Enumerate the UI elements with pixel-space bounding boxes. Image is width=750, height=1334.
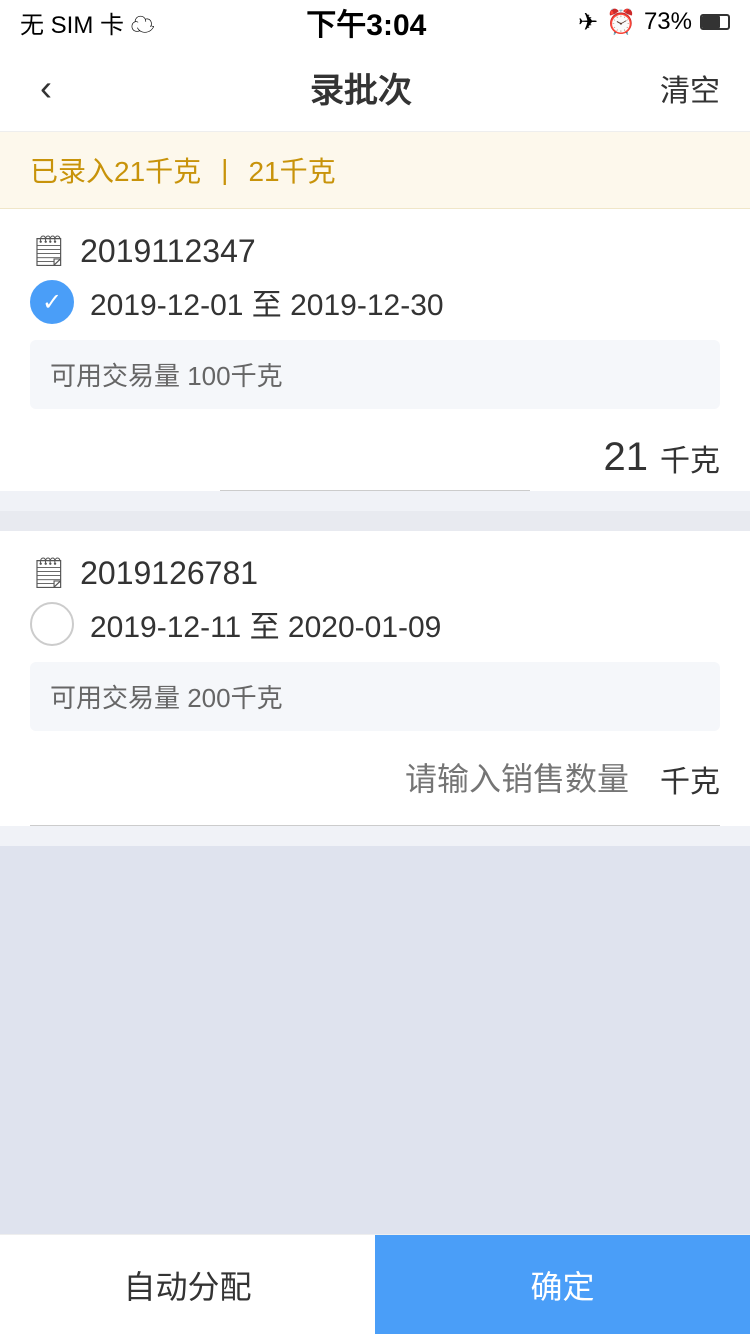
status-time: 下午3:04 <box>306 0 426 44</box>
status-bar: 无 SIM 卡 ☁ 下午3:04 ✈ ⏰ 73% <box>0 0 750 44</box>
total-label: 21千克 <box>248 150 335 190</box>
batch1-qty-unit: 千克 <box>660 436 720 480</box>
status-left: 无 SIM 卡 ☁ <box>20 5 155 40</box>
recorded-label: 已录入21千克 <box>30 150 201 190</box>
batch2-avail: 可用交易量 200千克 <box>30 662 720 731</box>
confirm-button[interactable]: 确定 <box>375 1235 750 1334</box>
batch1-avail-text: 可用交易量 100千克 <box>50 361 283 391</box>
batch1-underline <box>220 490 530 491</box>
batch2-underline <box>30 825 720 826</box>
alarm-icon: ⏰ <box>606 8 636 37</box>
status-right: ✈ ⏰ 73% <box>578 8 730 37</box>
nav-bar: ‹ 录批次 清空 <box>0 44 750 132</box>
batch-item-1: 🗒 2019112347 ✓ 2019-12-01 至 2019-12-30 可… <box>0 209 750 491</box>
batch2-id: 2019126781 <box>80 555 258 592</box>
batch1-id: 2019112347 <box>80 233 256 270</box>
batch1-date: 2019-12-01 至 2019-12-30 <box>90 280 444 324</box>
battery-label: 73% <box>644 8 692 36</box>
batch2-radio[interactable] <box>30 602 74 646</box>
sim-label: 无 SIM 卡 ☁ <box>20 5 155 40</box>
batch1-date-row[interactable]: ✓ 2019-12-01 至 2019-12-30 <box>0 280 750 340</box>
batch-item-2: 🗒 2019126781 2019-12-11 至 2020-01-09 可用交… <box>0 531 750 826</box>
summary-bar: 已录入21千克 | 21千克 <box>0 132 750 209</box>
bottom-spacer <box>0 846 750 1246</box>
summary-divider: | <box>221 154 228 186</box>
back-button[interactable]: ‹ <box>30 57 62 119</box>
batch2-date: 2019-12-11 至 2020-01-09 <box>90 602 441 646</box>
batch2-input-row: 千克 <box>0 741 750 825</box>
clear-button[interactable]: 清空 <box>660 66 720 110</box>
batch1-header: 🗒 2019112347 <box>0 209 750 280</box>
page-title: 录批次 <box>310 63 412 112</box>
batch1-icon: 🗒 <box>30 234 68 269</box>
batch1-avail: 可用交易量 100千克 <box>30 340 720 409</box>
battery-bar <box>700 14 730 30</box>
batch2-qty-input[interactable] <box>344 761 644 798</box>
check-icon: ✓ <box>42 288 62 317</box>
footer: 自动分配 确定 <box>0 1234 750 1334</box>
batch2-icon: 🗒 <box>30 556 68 591</box>
batch2-date-row[interactable]: 2019-12-11 至 2020-01-09 <box>0 602 750 662</box>
auto-distribute-button[interactable]: 自动分配 <box>0 1235 375 1334</box>
batch1-radio[interactable]: ✓ <box>30 280 74 324</box>
batch1-qty-value: 21 <box>604 435 649 480</box>
batch2-avail-text: 可用交易量 200千克 <box>50 683 283 713</box>
batch1-qty-row: 21 千克 <box>0 419 750 490</box>
battery-icon: ✈ <box>578 8 598 37</box>
batch2-unit: 千克 <box>660 757 720 801</box>
batch2-header: 🗒 2019126781 <box>0 531 750 602</box>
section-divider-1 <box>0 511 750 531</box>
